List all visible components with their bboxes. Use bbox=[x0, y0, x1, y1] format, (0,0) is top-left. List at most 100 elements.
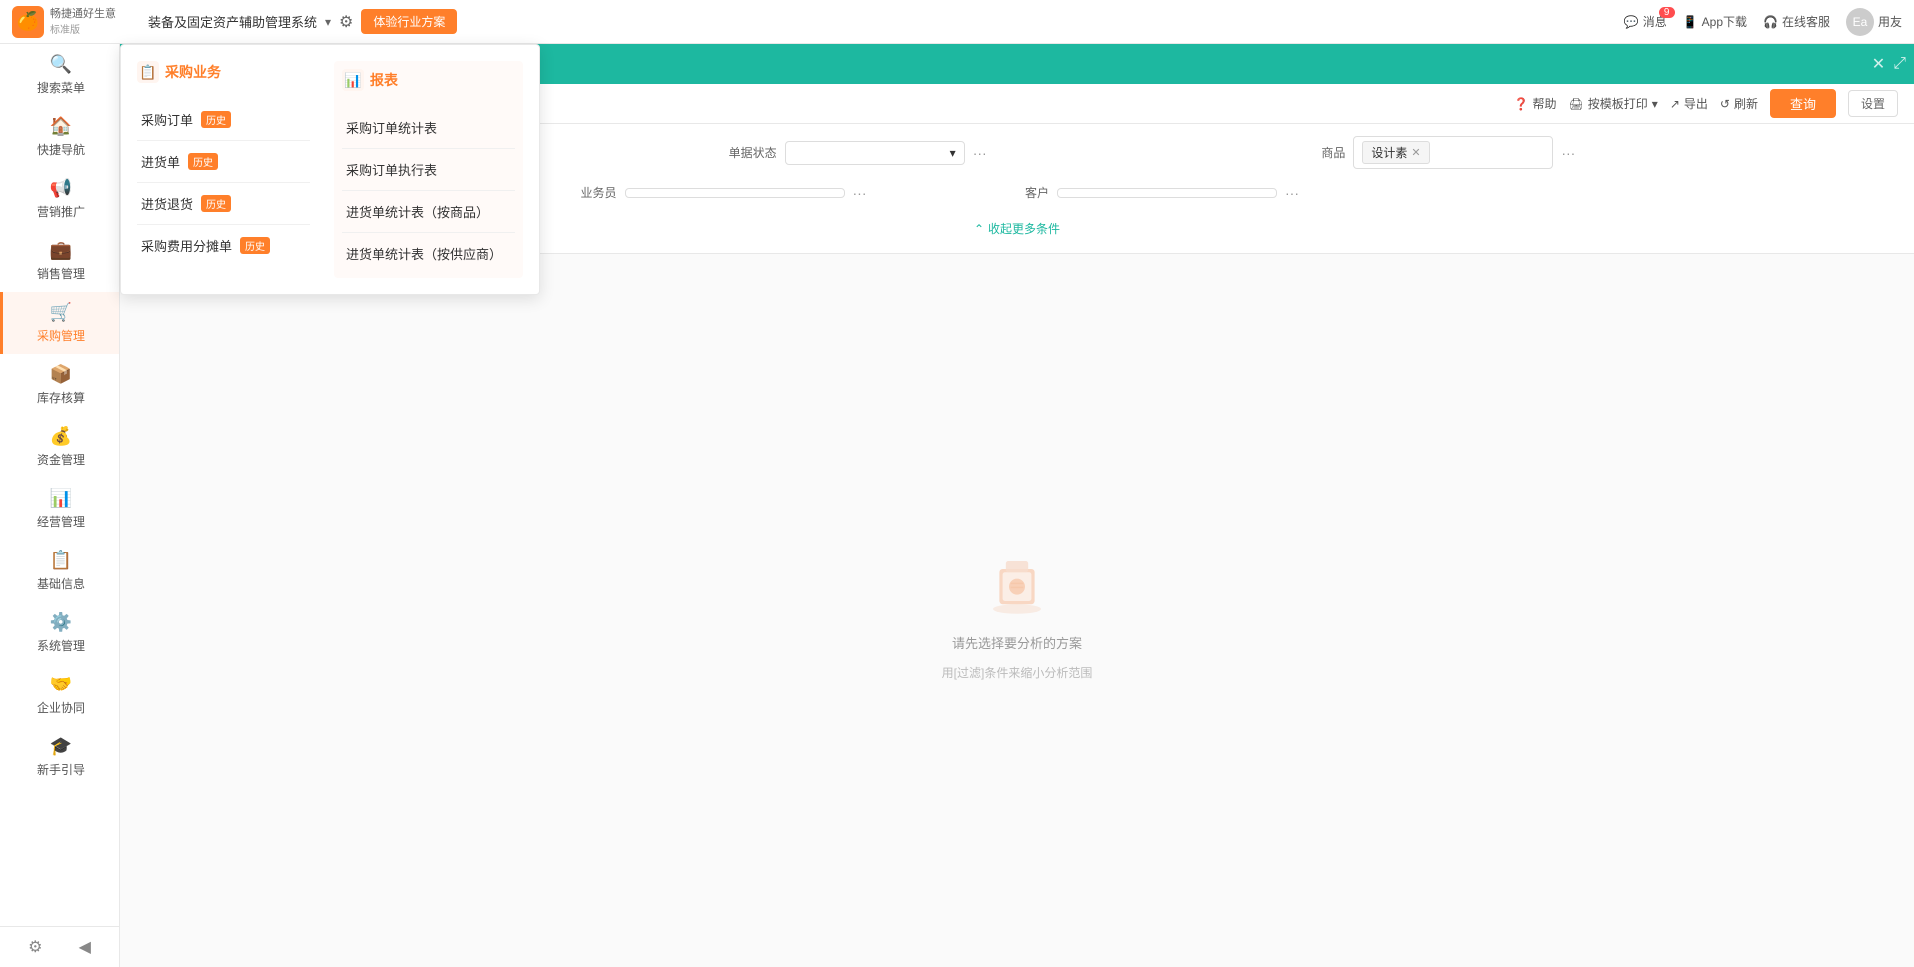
receive-by-goods-label: 进货单统计表（按商品） bbox=[346, 202, 489, 221]
report-divider-2 bbox=[342, 190, 515, 191]
online-service-btn[interactable]: 🎧 在线客服 bbox=[1763, 13, 1830, 30]
sidebar-item-enterprise[interactable]: 🤝 企业协同 bbox=[0, 664, 119, 726]
salesperson-select[interactable] bbox=[625, 188, 845, 198]
menu-item-po-exec[interactable]: 采购订单执行表 bbox=[342, 153, 515, 186]
chart-icon: 📊 bbox=[50, 488, 72, 509]
menu-item-purchase-order[interactable]: 采购订单 历史 bbox=[137, 103, 310, 136]
sidebar-label-search: 搜索菜单 bbox=[37, 79, 85, 96]
app-download-label: App下载 bbox=[1702, 13, 1747, 30]
purchase-expense-label: 采购费用分摊单 bbox=[141, 236, 232, 255]
sidebar: 🔍 搜索菜单 🏠 快捷导航 📢 营销推广 💼 销售管理 🛒 采购管理 📦 库存核… bbox=[0, 44, 120, 967]
sidebar-item-purchase[interactable]: 🛒 采购管理 bbox=[0, 292, 119, 354]
goods-select[interactable]: 设计素 ✕ bbox=[1353, 136, 1553, 169]
purchase-column-header: 📋 采购业务 bbox=[137, 61, 310, 91]
sidebar-item-inventory[interactable]: 📦 库存核算 bbox=[0, 354, 119, 416]
sidebar-item-quick-nav[interactable]: 🏠 快捷导航 bbox=[0, 106, 119, 168]
sidebar-item-search[interactable]: 🔍 搜索菜单 bbox=[0, 44, 119, 106]
sidebar-label-operations: 经营管理 bbox=[37, 513, 85, 530]
sidebar-label-inventory: 库存核算 bbox=[37, 389, 85, 406]
sidebar-item-marketing[interactable]: 📢 营销推广 bbox=[0, 168, 119, 230]
notification-badge: 9 bbox=[1659, 7, 1675, 18]
history-tag-3: 历史 bbox=[201, 195, 231, 212]
menu-item-purchase-return[interactable]: 进货退货 历史 bbox=[137, 187, 310, 220]
sidebar-label-purchase: 采购管理 bbox=[37, 327, 85, 344]
customer-more-btn[interactable]: ··· bbox=[1285, 185, 1299, 201]
goods-tag-text: 设计素 bbox=[1371, 144, 1407, 161]
avatar-text: Ea bbox=[1853, 15, 1868, 29]
menu-item-po-stats[interactable]: 采购订单统计表 bbox=[342, 111, 515, 144]
report-column: 📊 报表 采购订单统计表 采购订单执行表 进货单统计表（按商品） 进货单统计表（… bbox=[334, 61, 523, 278]
sidebar-label-basic-info: 基础信息 bbox=[37, 575, 85, 592]
logo-area: 🍊 畅捷通好生意 标准版 bbox=[12, 6, 132, 38]
sidebar-item-capital[interactable]: 💰 资金管理 bbox=[0, 416, 119, 478]
user-menu[interactable]: Ea 用友 bbox=[1846, 8, 1902, 36]
industry-btn[interactable]: 体验行业方案 bbox=[361, 9, 457, 34]
menu-divider-1 bbox=[137, 140, 310, 141]
sidebar-label-enterprise: 企业协同 bbox=[37, 699, 85, 716]
headset-icon: 🎧 bbox=[1763, 15, 1778, 29]
header-middle: 装备及固定资产辅助管理系统 ▾ ⚙ 体验行业方案 bbox=[132, 9, 1624, 34]
refresh-btn[interactable]: ↺ 刷新 bbox=[1720, 95, 1758, 112]
menu-item-receive-by-supplier[interactable]: 进货单统计表（按供应商） bbox=[342, 237, 515, 270]
menu-item-purchase-expense[interactable]: 采购费用分摊单 历史 bbox=[137, 229, 310, 262]
sidebar-item-basic-info[interactable]: 📋 基础信息 bbox=[0, 540, 119, 602]
system-title-dropdown-btn[interactable]: ▾ bbox=[325, 15, 331, 29]
empty-state: 请先选择要分析的方案 用[过滤]条件来缩小分析范围 bbox=[120, 254, 1914, 967]
print-btn[interactable]: 🖨 按模板打印 ▾ bbox=[1569, 95, 1658, 112]
briefcase-icon: 💼 bbox=[50, 240, 72, 261]
customer-label: 客户 bbox=[1025, 184, 1049, 201]
sidebar-label-quick-nav: 快捷导航 bbox=[37, 141, 85, 158]
empty-hint-2: 用[过滤]条件来缩小分析范围 bbox=[942, 664, 1093, 681]
menu-item-purchase-receive[interactable]: 进货单 历史 bbox=[137, 145, 310, 178]
help-btn[interactable]: ❓ 帮助 bbox=[1514, 95, 1557, 112]
purchase-column-title: 采购业务 bbox=[165, 62, 221, 82]
printer-icon: 🖨 bbox=[1569, 97, 1584, 111]
refresh-icon: ↺ bbox=[1720, 97, 1730, 111]
logo-sub: 标准版 bbox=[50, 21, 116, 36]
empty-illustration bbox=[977, 541, 1057, 621]
box-icon: 📦 bbox=[50, 364, 72, 385]
sidebar-item-newbie[interactable]: 🎓 新手引导 bbox=[0, 726, 119, 788]
menu-divider-3 bbox=[137, 224, 310, 225]
history-tag-2: 历史 bbox=[188, 153, 218, 170]
online-service-label: 在线客服 bbox=[1782, 13, 1830, 30]
doc-status-more-btn[interactable]: ··· bbox=[973, 145, 987, 161]
notification-btn[interactable]: 💬 消息 9 bbox=[1624, 13, 1667, 30]
goods-tag-close-icon[interactable]: ✕ bbox=[1411, 146, 1420, 159]
collapse-sidebar-btn[interactable]: ◀ bbox=[79, 937, 91, 957]
sidebar-label-capital: 资金管理 bbox=[37, 451, 85, 468]
sidebar-item-sales[interactable]: 💼 销售管理 bbox=[0, 230, 119, 292]
logo-text: 畅捷通好生意 bbox=[50, 7, 116, 21]
history-tag-1: 历史 bbox=[201, 111, 231, 128]
salesperson-more-btn[interactable]: ··· bbox=[853, 185, 867, 201]
purchase-return-label: 进货退货 bbox=[141, 194, 193, 213]
refresh-label: 刷新 bbox=[1734, 95, 1758, 112]
app-download-btn[interactable]: 📱 App下载 bbox=[1683, 13, 1747, 30]
close-window-btn[interactable]: ✕ bbox=[1872, 54, 1885, 74]
settings-btn[interactable]: 设置 bbox=[1848, 90, 1898, 117]
customer-select[interactable] bbox=[1057, 188, 1277, 198]
export-label: 导出 bbox=[1684, 95, 1708, 112]
goods-more-btn[interactable]: ··· bbox=[1561, 145, 1575, 161]
export-btn[interactable]: ↗ 导出 bbox=[1670, 95, 1708, 112]
report-divider-1 bbox=[342, 148, 515, 149]
sidebar-item-system[interactable]: ⚙️ 系统管理 bbox=[0, 602, 119, 664]
doc-status-select[interactable]: ▾ bbox=[785, 141, 965, 165]
sidebar-item-operations[interactable]: 📊 经营管理 bbox=[0, 478, 119, 540]
print-dropdown-icon: ▾ bbox=[1652, 97, 1658, 111]
sidebar-label-system: 系统管理 bbox=[37, 637, 85, 654]
gear-icon-btn[interactable]: ⚙ bbox=[339, 12, 353, 32]
help-icon: ❓ bbox=[1514, 97, 1529, 111]
settings-gear-btn[interactable]: ⚙ bbox=[28, 937, 42, 957]
system-icon: ⚙️ bbox=[50, 612, 72, 633]
chevron-down-icon: ▾ bbox=[950, 146, 956, 160]
empty-hint-1: 请先选择要分析的方案 bbox=[952, 633, 1082, 652]
query-btn[interactable]: 查询 bbox=[1770, 89, 1836, 118]
menu-item-receive-by-goods[interactable]: 进货单统计表（按商品） bbox=[342, 195, 515, 228]
sidebar-label-marketing: 营销推广 bbox=[37, 203, 85, 220]
purchase-dropdown-menu: 📋 采购业务 采购订单 历史 进货单 历史 进货退货 历史 采购费用分摊单 历史… bbox=[120, 44, 540, 295]
doc-status-label: 单据状态 bbox=[729, 144, 777, 161]
salesperson-filter-group: 业务员 ··· bbox=[581, 184, 1010, 201]
maximize-window-btn[interactable]: ⤢ bbox=[1893, 55, 1906, 73]
sidebar-bottom: ⚙ ◀ bbox=[0, 926, 119, 967]
